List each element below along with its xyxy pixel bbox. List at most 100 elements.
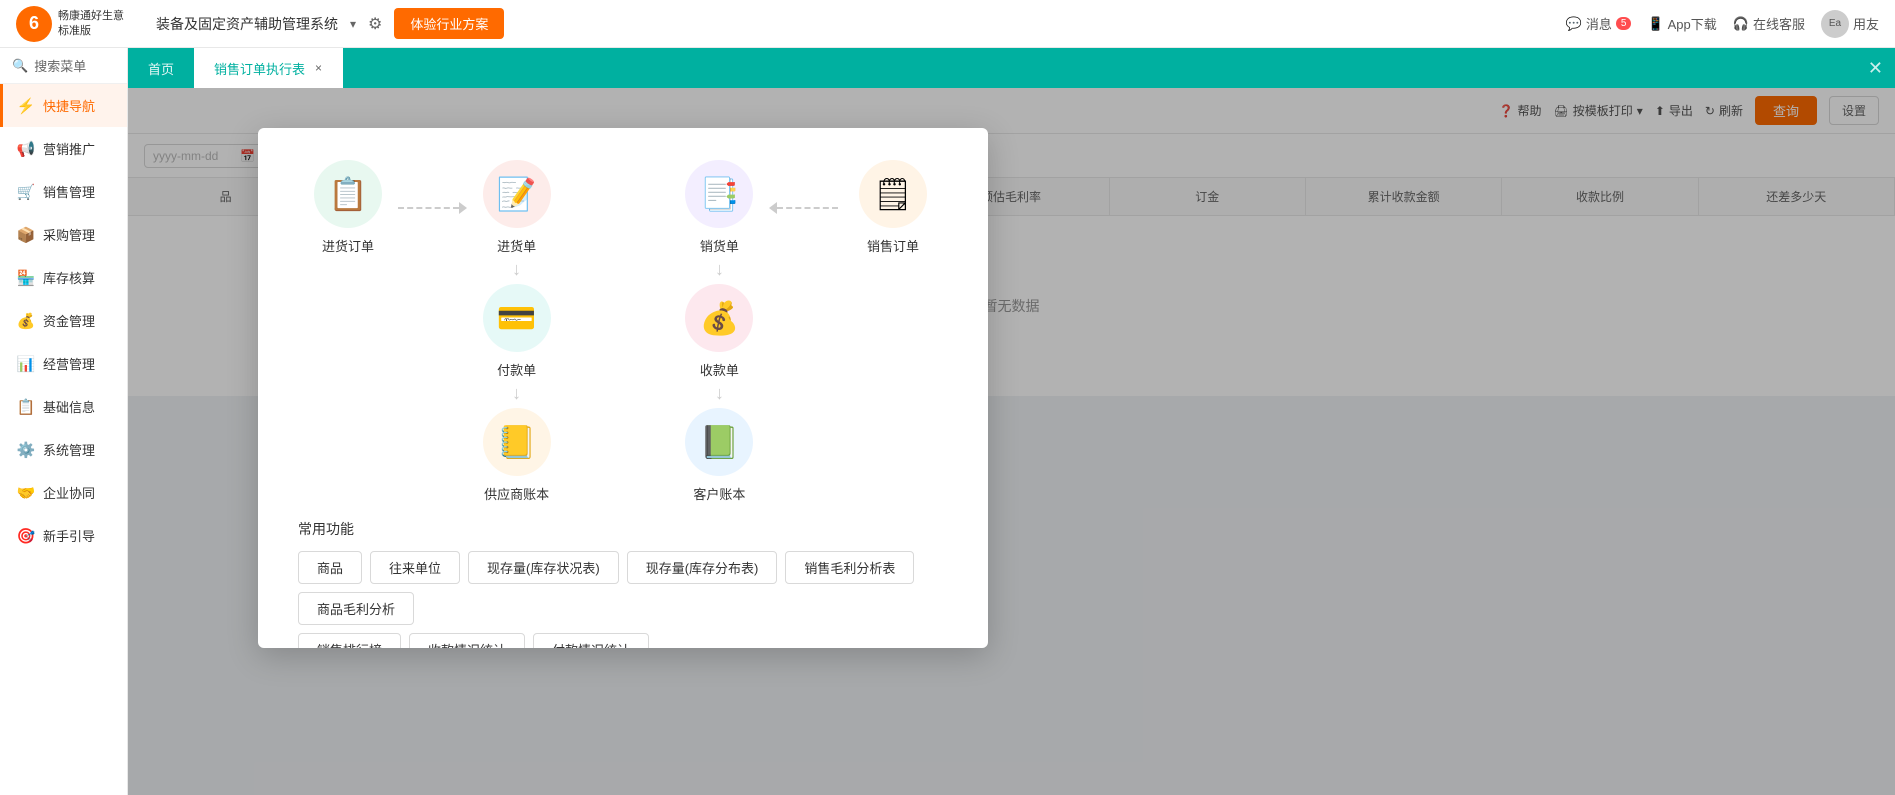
common-btn-stock-status[interactable]: 现存量(库存状况表): [468, 551, 619, 584]
customer-ledger-circle: 📗: [685, 408, 753, 476]
sidebar-item-marketing[interactable]: 📢 营销推广: [0, 127, 127, 170]
sidebar-item-finance[interactable]: 💰 资金管理: [0, 299, 127, 342]
message-btn[interactable]: 💬 消息 5: [1566, 14, 1632, 33]
finance-icon: 💰: [17, 312, 35, 330]
trial-button[interactable]: 体验行业方案: [394, 8, 504, 39]
arrow-purchase-to-bill: [398, 202, 467, 214]
common-btn-sales-rank[interactable]: 销售排行榜: [298, 633, 401, 648]
app-download-btn[interactable]: 📱 App下载: [1647, 14, 1716, 33]
purchase-icon: 📦: [17, 226, 35, 244]
flow-item-sales-order[interactable]: 🗒 销售订单: [838, 160, 948, 255]
customer-ledger-label: 客户账本: [693, 484, 745, 503]
headset-icon: 🎧: [1733, 16, 1749, 32]
modal-box: 📋 进货订单 📝 进货单: [258, 128, 988, 648]
main-area: 🔍 搜索菜单 ⚡ 快捷导航 📢 营销推广 🛒 销售管理 📦 采购管理 🏪: [0, 48, 1895, 795]
modal-overlay: 📋 进货订单 📝 进货单: [128, 88, 1895, 795]
payment-circle: 💳: [483, 284, 551, 352]
flow-row-3: 📒 供应商账本 📗 客户账本: [298, 408, 948, 503]
common-btn-payment-stats[interactable]: 付款情况统计: [533, 633, 649, 648]
content-area: 首页 销售订单执行表 × ✕ ❓ 帮助 🖨: [128, 48, 1895, 795]
purchase-order-label: 进货订单: [322, 236, 374, 255]
sidebar-item-sales[interactable]: 🛒 销售管理: [0, 170, 127, 213]
down-arrow-purchase-bill: ↓: [467, 259, 567, 280]
collab-icon: 🤝: [17, 484, 35, 502]
system-title: 装备及固定资产辅助管理系统: [156, 14, 338, 34]
sales-bill-label: 销货单: [700, 236, 739, 255]
down-arrow-sales-bill: ↓: [669, 259, 769, 280]
sales-bill-circle: 📑: [685, 160, 753, 228]
purchase-order-circle: 📋: [314, 160, 382, 228]
online-service-btn[interactable]: 🎧 在线客服: [1733, 14, 1805, 33]
sidebar-item-inventory[interactable]: 🏪 库存核算: [0, 256, 127, 299]
common-functions-title: 常用功能: [298, 519, 948, 539]
top-right-area: 💬 消息 5 📱 App下载 🎧 在线客服 Ea 用友: [1566, 10, 1879, 38]
marketing-icon: 📢: [17, 140, 35, 158]
quick-nav-icon: ⚡: [17, 97, 35, 115]
flow-item-payment[interactable]: 💳 付款单: [467, 284, 567, 379]
common-buttons-row-1: 商品 往来单位 现存量(库存状况表) 现存量(库存分布表) 销售毛利分析表 商品…: [298, 551, 948, 625]
common-btn-product[interactable]: 商品: [298, 551, 362, 584]
tab-bar-close-btn[interactable]: ✕: [1868, 58, 1883, 79]
sales-order-label: 销售订单: [867, 236, 919, 255]
message-badge: 5: [1616, 17, 1632, 30]
page-content: ❓ 帮助 🖨 按模板打印 ▾ ⬆ 导出 ↻ 刷新: [128, 88, 1895, 795]
guide-icon: 🎯: [17, 527, 35, 545]
operation-icon: 📊: [17, 355, 35, 373]
common-btn-receipt-stats[interactable]: 收款情况统计: [409, 633, 525, 648]
user-area[interactable]: Ea 用友: [1821, 10, 1879, 38]
down-arrows-row: ↓ ↓: [298, 259, 948, 280]
receipt-label: 收款单: [700, 360, 739, 379]
down-arrow-receipt: ↓: [669, 383, 769, 404]
sidebar-search[interactable]: 🔍 搜索菜单: [0, 48, 127, 84]
sidebar-item-quick-nav[interactable]: ⚡ 快捷导航: [0, 84, 127, 127]
top-bar: 6 畅康通好生意 标准版 装备及固定资产辅助管理系统 ▾ ⚙ 体验行业方案 💬 …: [0, 0, 1895, 48]
sidebar-item-collab[interactable]: 🤝 企业协同: [0, 471, 127, 514]
flow-item-purchase-bill[interactable]: 📝 进货单: [467, 160, 567, 255]
logo-area: 6 畅康通好生意 标准版: [16, 6, 144, 42]
common-section: 常用功能 商品 往来单位 现存量(库存状况表) 现存量(库存分布表) 销售毛利分…: [298, 519, 948, 648]
flow-item-customer-ledger[interactable]: 📗 客户账本: [669, 408, 769, 503]
inventory-icon: 🏪: [17, 269, 35, 287]
tab-close-icon[interactable]: ×: [315, 61, 322, 75]
down-arrow-payment: ↓: [467, 383, 567, 404]
supplier-ledger-circle: 📒: [483, 408, 551, 476]
common-btn-stock-dist[interactable]: 现存量(库存分布表): [627, 551, 778, 584]
sidebar-item-basic[interactable]: 📋 基础信息: [0, 385, 127, 428]
sidebar-item-operation[interactable]: 📊 经营管理: [0, 342, 127, 385]
app-download-icon: 📱: [1647, 16, 1663, 32]
sidebar-item-system[interactable]: ⚙️ 系统管理: [0, 428, 127, 471]
sales-order-circle: 🗒: [859, 160, 927, 228]
flow-item-purchase-order[interactable]: 📋 进货订单: [298, 160, 398, 255]
supplier-ledger-label: 供应商账本: [484, 484, 549, 503]
tab-bar: 首页 销售订单执行表 × ✕: [128, 48, 1895, 88]
common-btn-sales-margin[interactable]: 销售毛利分析表: [785, 551, 914, 584]
common-btn-partner[interactable]: 往来单位: [370, 551, 460, 584]
avatar: Ea: [1821, 10, 1849, 38]
payment-label: 付款单: [497, 360, 536, 379]
sidebar-item-guide[interactable]: 🎯 新手引导: [0, 514, 127, 557]
flow-item-supplier-ledger[interactable]: 📒 供应商账本: [467, 408, 567, 503]
flow-item-sales-bill[interactable]: 📑 销货单: [669, 160, 769, 255]
tab-home[interactable]: 首页: [128, 48, 194, 88]
flow-row-2: 💳 付款单 💰 收款单: [298, 284, 948, 379]
gear-button[interactable]: ⚙: [368, 14, 382, 34]
flow-item-receipt[interactable]: 💰 收款单: [669, 284, 769, 379]
search-icon: 🔍: [12, 58, 28, 74]
common-btn-product-margin[interactable]: 商品毛利分析: [298, 592, 414, 625]
sidebar-item-purchase[interactable]: 📦 采购管理: [0, 213, 127, 256]
flow-row-1: 📋 进货订单 📝 进货单: [298, 160, 948, 255]
arrow-sales-order-to-bill: [769, 202, 838, 214]
system-icon: ⚙️: [17, 441, 35, 459]
common-buttons-row-2: 销售排行榜 收款情况统计 付款情况统计: [298, 633, 948, 648]
sales-icon: 🛒: [17, 183, 35, 201]
system-dropdown-btn[interactable]: ▾: [350, 17, 356, 31]
down-arrows-row-2: ↓ ↓: [298, 383, 948, 404]
tab-sales-execution[interactable]: 销售订单执行表 ×: [194, 48, 343, 88]
message-icon: 💬: [1566, 16, 1582, 32]
logo-icon: 6: [16, 6, 52, 42]
receipt-circle: 💰: [685, 284, 753, 352]
purchase-bill-label: 进货单: [497, 236, 536, 255]
logo-text: 畅康通好生意 标准版: [58, 9, 124, 38]
sidebar: 🔍 搜索菜单 ⚡ 快捷导航 📢 营销推广 🛒 销售管理 📦 采购管理 🏪: [0, 48, 128, 795]
tab-bar-end: ✕: [1868, 58, 1895, 79]
